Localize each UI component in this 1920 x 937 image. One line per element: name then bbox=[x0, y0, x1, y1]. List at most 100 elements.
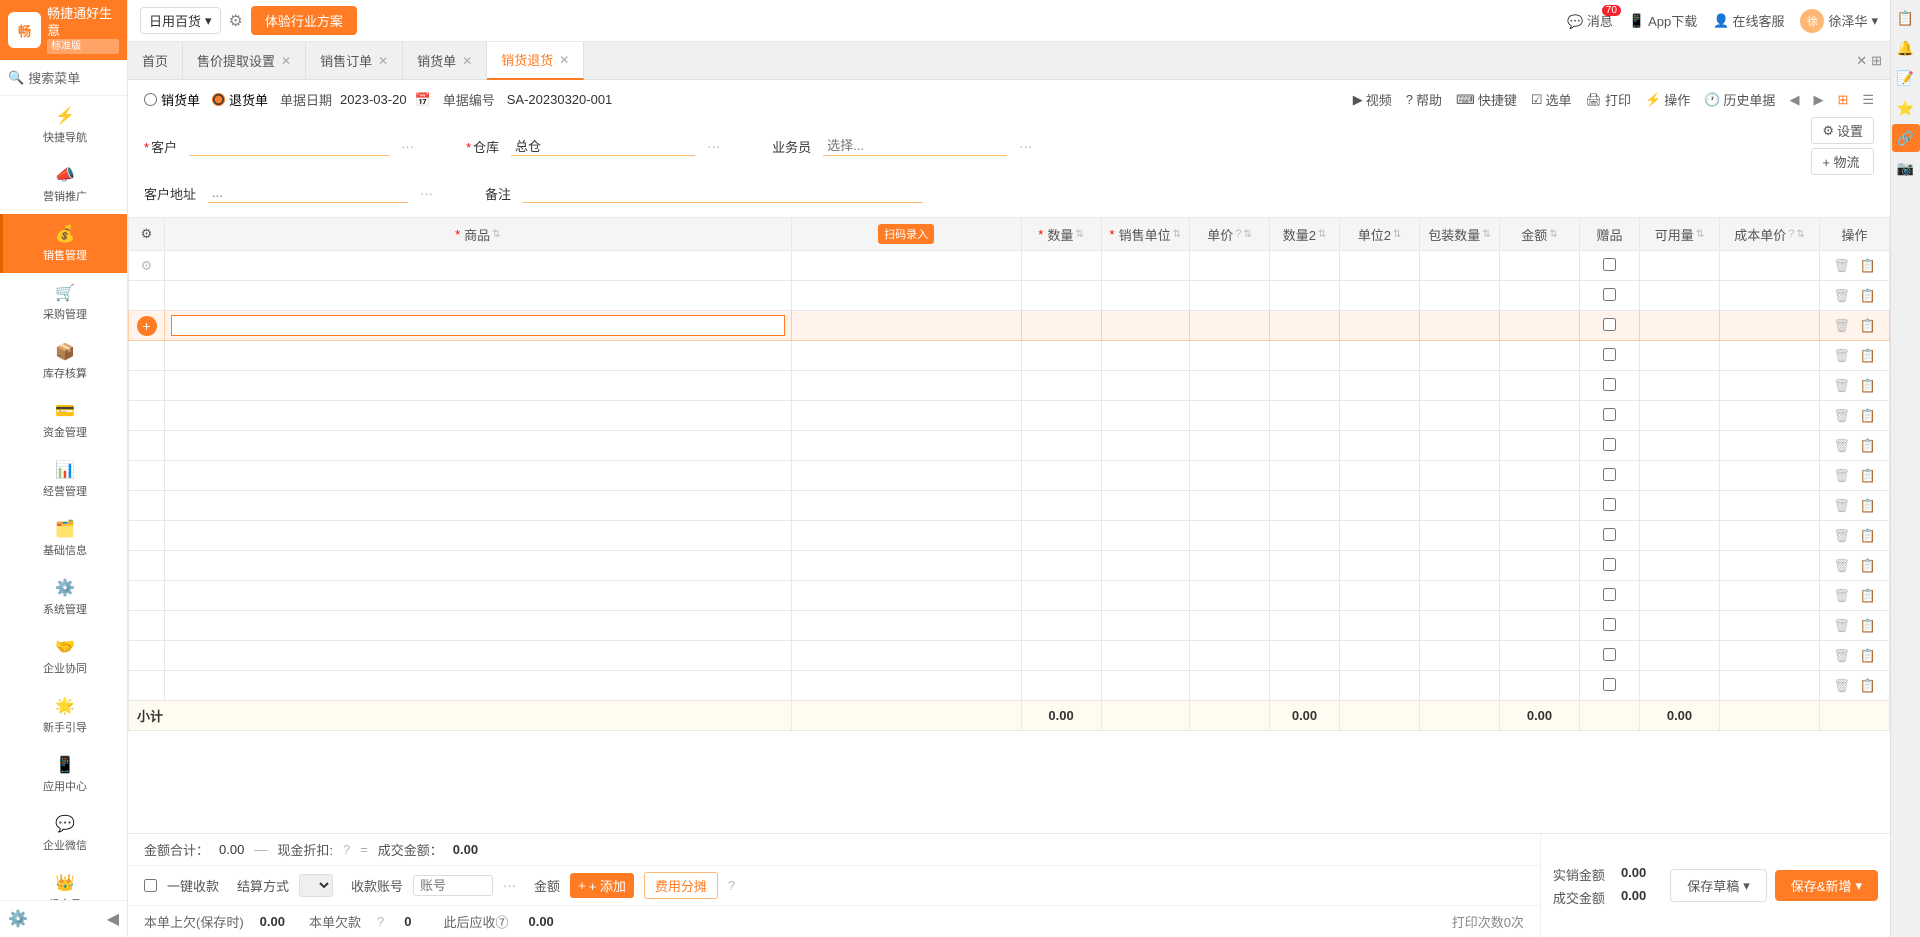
cell-avail-5[interactable] bbox=[1640, 371, 1720, 401]
table-wrapper[interactable]: ⚙ * 商品 ⇅ 扫码录入 bbox=[128, 217, 1890, 833]
print-btn[interactable]: 🖨 打印 bbox=[1586, 90, 1632, 109]
nav-prev-icon[interactable]: ◀ bbox=[1789, 92, 1799, 108]
cell-pkg-8[interactable] bbox=[1420, 461, 1500, 491]
draft-dropdown-icon[interactable]: ▾ bbox=[1743, 878, 1750, 894]
cell-cost-12[interactable] bbox=[1720, 581, 1820, 611]
sidebar-item-shortcut[interactable]: ⚡ 快捷导航 bbox=[0, 96, 127, 155]
logistics-btn[interactable]: + 物流 bbox=[1811, 148, 1874, 175]
cell-qty2-9[interactable] bbox=[1270, 491, 1340, 521]
cell-pkg-7[interactable] bbox=[1420, 431, 1500, 461]
tab-sales[interactable]: 销货单 ✕ bbox=[403, 42, 487, 80]
sidebar-item-wechat[interactable]: 💬 企业微信 bbox=[0, 804, 127, 863]
cell-product-13[interactable] bbox=[165, 611, 792, 641]
sidebar-item-purchase[interactable]: 🛒 采购管理 bbox=[0, 273, 127, 332]
sidebar-item-marketing[interactable]: 📣 营销推广 bbox=[0, 155, 127, 214]
cell-cost-6[interactable] bbox=[1720, 401, 1820, 431]
cell-qty-13[interactable] bbox=[1021, 611, 1101, 641]
history-btn[interactable]: 🕐 历史单据 bbox=[1704, 90, 1775, 109]
cell-price-7[interactable] bbox=[1190, 431, 1270, 461]
sidebar-item-finance[interactable]: 💳 资金管理 bbox=[0, 391, 127, 450]
cell-avail-2[interactable] bbox=[1640, 281, 1720, 311]
save-dropdown-icon[interactable]: ▾ bbox=[1855, 878, 1862, 894]
cell-amount-14[interactable] bbox=[1500, 641, 1580, 671]
online-service-btn[interactable]: 👤 在线客服 bbox=[1713, 11, 1784, 30]
cell-qty-11[interactable] bbox=[1021, 551, 1101, 581]
select-btn[interactable]: ☑ 选单 bbox=[1531, 90, 1572, 109]
right-icon-4[interactable]: ⭐ bbox=[1892, 94, 1920, 122]
cell-avail-12[interactable] bbox=[1640, 581, 1720, 611]
cell-amount-4[interactable] bbox=[1500, 341, 1580, 371]
experience-btn[interactable]: 体验行业方案 bbox=[251, 6, 357, 35]
cell-gift-3[interactable] bbox=[1580, 311, 1640, 341]
cell-amount-7[interactable] bbox=[1500, 431, 1580, 461]
cell-unit2-11[interactable] bbox=[1340, 551, 1420, 581]
cell-amount-8[interactable] bbox=[1500, 461, 1580, 491]
sidebar-item-appstore[interactable]: 📱 应用中心 bbox=[0, 745, 127, 804]
cell-avail-10[interactable] bbox=[1640, 521, 1720, 551]
account-input[interactable] bbox=[413, 875, 493, 896]
cell-avail-8[interactable] bbox=[1640, 461, 1720, 491]
copy-row-icon[interactable]: 📋 bbox=[1859, 618, 1875, 633]
cell-unit2-4[interactable] bbox=[1340, 341, 1420, 371]
cell-qty2-13[interactable] bbox=[1270, 611, 1340, 641]
delete-row-icon[interactable]: 🗑 bbox=[1833, 378, 1850, 393]
cell-gift-8[interactable] bbox=[1580, 461, 1640, 491]
cell-product-14[interactable] bbox=[165, 641, 792, 671]
copy-row-icon[interactable]: 📋 bbox=[1859, 558, 1875, 573]
sidebar-item-system[interactable]: ⚙️ 系统管理 bbox=[0, 568, 127, 627]
save-new-btn[interactable]: 保存&新增 ▾ bbox=[1775, 870, 1878, 901]
cell-unit-1[interactable] bbox=[1101, 251, 1189, 281]
remark-input[interactable] bbox=[523, 183, 923, 203]
radio-sales[interactable]: 销货单 bbox=[144, 90, 200, 109]
cell-price-6[interactable] bbox=[1190, 401, 1270, 431]
delete-row-icon[interactable]: 🗑 bbox=[1833, 558, 1850, 573]
topbar-gear-icon[interactable]: ⚙ bbox=[229, 11, 243, 31]
cell-product-4[interactable] bbox=[165, 341, 792, 371]
cell-unit2-14[interactable] bbox=[1340, 641, 1420, 671]
cell-unit-14[interactable] bbox=[1101, 641, 1189, 671]
delete-row-icon[interactable]: 🗑 bbox=[1833, 348, 1850, 363]
user-menu[interactable]: 徐 徐泽华 ▾ bbox=[1800, 9, 1878, 33]
grid-view-icon[interactable]: ⊞ bbox=[1837, 92, 1848, 108]
cell-pkg-13[interactable] bbox=[1420, 611, 1500, 641]
cell-qty2-1[interactable] bbox=[1270, 251, 1340, 281]
cell-gift-15[interactable] bbox=[1580, 671, 1640, 701]
cell-qty2-7[interactable] bbox=[1270, 431, 1340, 461]
cell-gift-2[interactable] bbox=[1580, 281, 1640, 311]
close-sales-tab[interactable]: ✕ bbox=[462, 54, 472, 68]
cell-cost-7[interactable] bbox=[1720, 431, 1820, 461]
cell-gift-1[interactable] bbox=[1580, 251, 1640, 281]
cell-pkg-15[interactable] bbox=[1420, 671, 1500, 701]
discount-help-icon[interactable]: ? bbox=[343, 842, 350, 857]
cell-amount-15[interactable] bbox=[1500, 671, 1580, 701]
cell-price-12[interactable] bbox=[1190, 581, 1270, 611]
cell-unit-2[interactable] bbox=[1101, 281, 1189, 311]
video-btn[interactable]: ▶ 视频 bbox=[1353, 90, 1392, 109]
cell-qty2-3[interactable] bbox=[1270, 311, 1340, 341]
cell-product-12[interactable] bbox=[165, 581, 792, 611]
delete-row-icon[interactable]: 🗑 bbox=[1833, 288, 1850, 303]
delete-row-icon[interactable]: 🗑 bbox=[1833, 678, 1850, 693]
sidebar-item-member[interactable]: 👑 畅会员 bbox=[0, 863, 127, 900]
cell-product-2[interactable] bbox=[165, 281, 792, 311]
cell-avail-11[interactable] bbox=[1640, 551, 1720, 581]
cell-qty-3[interactable] bbox=[1021, 311, 1101, 341]
sidebar-item-operation[interactable]: 📊 经营管理 bbox=[0, 450, 127, 509]
cell-unit-4[interactable] bbox=[1101, 341, 1189, 371]
settings-bottom-icon[interactable]: ⚙️ bbox=[8, 909, 28, 929]
warehouse-input[interactable] bbox=[511, 136, 695, 156]
cell-qty2-10[interactable] bbox=[1270, 521, 1340, 551]
cell-cost-1[interactable] bbox=[1720, 251, 1820, 281]
debt-help-icon[interactable]: ? bbox=[377, 914, 384, 929]
customer-input[interactable] bbox=[189, 136, 389, 156]
cell-pkg-9[interactable] bbox=[1420, 491, 1500, 521]
cell-unit-10[interactable] bbox=[1101, 521, 1189, 551]
cell-cost-4[interactable] bbox=[1720, 341, 1820, 371]
help-btn[interactable]: ? 帮助 bbox=[1406, 90, 1442, 109]
cell-qty2-12[interactable] bbox=[1270, 581, 1340, 611]
cell-cost-10[interactable] bbox=[1720, 521, 1820, 551]
cell-pkg-3[interactable] bbox=[1420, 311, 1500, 341]
cell-unit2-9[interactable] bbox=[1340, 491, 1420, 521]
cell-price-8[interactable] bbox=[1190, 461, 1270, 491]
right-icon-5[interactable]: 🔗 bbox=[1892, 124, 1920, 152]
